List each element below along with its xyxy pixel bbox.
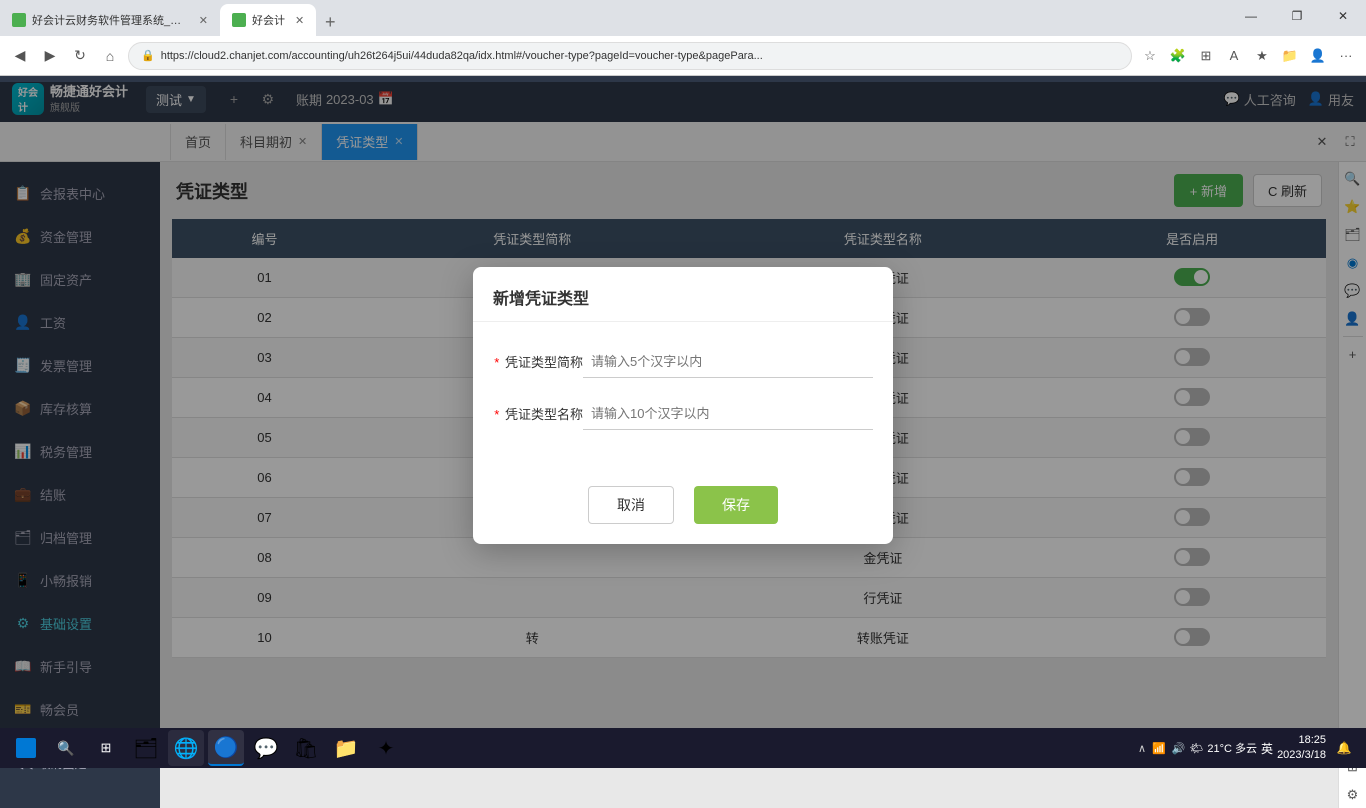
tab-1-label: 好会计云财务软件管理系统_会计: [32, 12, 189, 28]
name-input[interactable]: [583, 398, 873, 430]
taskbar-wechat-app[interactable]: 💬: [248, 730, 284, 766]
tab-2-close[interactable]: ✕: [295, 14, 304, 27]
new-tab-button[interactable]: +: [316, 8, 344, 36]
ime-indicator[interactable]: 英: [1261, 740, 1273, 757]
required-star-name: *: [494, 407, 499, 422]
taskbar-edge-app[interactable]: 🔵: [208, 730, 244, 766]
store-icon: 🛍: [293, 736, 318, 761]
browser-action-buttons: ☆ 🧩 ⊞ A ★ 📁 👤 ···: [1138, 44, 1358, 68]
close-button[interactable]: ✕: [1320, 0, 1366, 32]
required-star-abbr: *: [494, 355, 499, 370]
taskbar-explorer-app[interactable]: 🗂: [128, 730, 164, 766]
tab-1-favicon: [12, 13, 26, 27]
new-voucher-dialog: 新增凭证类型 * 凭证类型简称 * 凭证类型名称: [473, 267, 893, 544]
more-button[interactable]: ···: [1334, 44, 1358, 68]
taskbar-right: ∧ 📶 🔊 🌤 21°C 多云 英 18:25 2023/3/18 🔔: [1138, 733, 1358, 764]
msedge-icon: ✦: [378, 736, 395, 761]
split-view-icon[interactable]: ⊞: [1194, 44, 1218, 68]
favorites-icon[interactable]: ★: [1250, 44, 1274, 68]
form-row-name: * 凭证类型名称: [493, 398, 873, 430]
form-label-name: * 凭证类型名称: [493, 404, 583, 423]
home-button[interactable]: ⌂: [98, 44, 122, 68]
lock-icon: 🔒: [141, 49, 155, 62]
dialog-title: 新增凭证类型: [473, 267, 893, 322]
windows-icon: [16, 738, 36, 758]
browser-tab-2[interactable]: 好会计 ✕: [220, 4, 316, 36]
network-icon[interactable]: 📶: [1152, 742, 1166, 755]
taskbar-msedge-app[interactable]: ✦: [368, 730, 404, 766]
volume-icon[interactable]: 🔊: [1172, 742, 1186, 755]
rp-settings-bottom-icon[interactable]: ⚙: [1340, 782, 1366, 808]
browser-tab-1[interactable]: 好会计云财务软件管理系统_会计 ✕: [0, 4, 220, 36]
taskbar: 🔍 ⊞ 🗂 🌐 🔵 💬 🛍 📁 ✦ ∧ 📶 🔊: [0, 728, 1366, 768]
tab-2-label: 好会计: [252, 12, 285, 28]
weather-text: 21°C 多云: [1207, 740, 1257, 756]
form-label-abbr: * 凭证类型简称: [493, 352, 583, 371]
label-name-text: 凭证类型名称: [505, 407, 583, 422]
task-view-button[interactable]: ⊞: [88, 730, 124, 766]
dialog-body: * 凭证类型简称 * 凭证类型名称: [473, 322, 893, 474]
folder-icon: 📁: [334, 736, 359, 761]
clock-time: 18:25: [1277, 733, 1326, 748]
dialog-overlay: 新增凭证类型 * 凭证类型简称 * 凭证类型名称: [0, 82, 1366, 728]
edge-icon: 🔵: [214, 735, 239, 760]
notification-button[interactable]: 🔔: [1330, 734, 1358, 762]
taskbar-folder-app[interactable]: 📁: [328, 730, 364, 766]
taskbar-store-app[interactable]: 🛍: [288, 730, 324, 766]
taskbar-system-icons: ∧ 📶 🔊: [1138, 742, 1185, 755]
address-bar: ◀ ▶ ↻ ⌂ 🔒 https://cloud2.chanjet.com/acc…: [0, 36, 1366, 76]
window-controls: — ❐ ✕: [1228, 0, 1366, 32]
clock-date: 2023/3/18: [1277, 748, 1326, 763]
url-input[interactable]: 🔒 https://cloud2.chanjet.com/accounting/…: [128, 42, 1132, 70]
tab-2-favicon: [232, 13, 246, 27]
label-abbr-text: 凭证类型简称: [505, 355, 583, 370]
wechat-icon: 💬: [254, 736, 279, 761]
reload-button[interactable]: ↻: [68, 44, 92, 68]
start-button[interactable]: [8, 730, 44, 766]
notification-icon: 🔔: [1337, 741, 1352, 755]
maximize-button[interactable]: ❐: [1274, 0, 1320, 32]
taskbar-chrome-app[interactable]: 🌐: [168, 730, 204, 766]
cancel-button[interactable]: 取消: [588, 486, 674, 524]
bookmark-icon[interactable]: ☆: [1138, 44, 1162, 68]
dialog-footer: 取消 保存: [473, 474, 893, 544]
collections-icon[interactable]: 📁: [1278, 44, 1302, 68]
abbr-input[interactable]: [583, 346, 873, 378]
weather-icon: 🌤: [1189, 742, 1203, 755]
form-row-abbr: * 凭证类型简称: [493, 346, 873, 378]
back-button[interactable]: ◀: [8, 44, 32, 68]
explorer-icon: 🗂: [133, 736, 158, 761]
profile-icon[interactable]: 👤: [1306, 44, 1330, 68]
zoom-icon[interactable]: A: [1222, 44, 1246, 68]
save-button[interactable]: 保存: [694, 486, 778, 524]
chevron-up-icon[interactable]: ∧: [1138, 742, 1146, 755]
extension-icon[interactable]: 🧩: [1166, 44, 1190, 68]
forward-button[interactable]: ▶: [38, 44, 62, 68]
taskbar-search-button[interactable]: 🔍: [48, 730, 84, 766]
taskbar-weather[interactable]: 🌤 21°C 多云: [1189, 740, 1257, 756]
tab-1-close[interactable]: ✕: [199, 14, 208, 27]
minimize-button[interactable]: —: [1228, 0, 1274, 32]
taskbar-clock[interactable]: 18:25 2023/3/18: [1277, 733, 1326, 764]
chrome-icon: 🌐: [174, 736, 199, 761]
url-text: https://cloud2.chanjet.com/accounting/uh…: [161, 50, 763, 62]
